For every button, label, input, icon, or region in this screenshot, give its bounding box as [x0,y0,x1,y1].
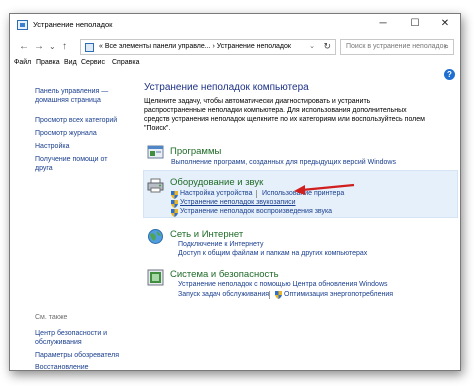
category-network-title[interactable]: Сеть и Интернет [170,229,243,240]
link-windows-update-troubleshooter[interactable]: Устранение неполадок с помощью Центра об… [178,281,388,288]
control-panel-icon [85,43,94,52]
forward-icon[interactable]: → [34,41,44,53]
address-path: « Все элементы панели управле... › Устра… [99,43,291,50]
link-recording-troubleshooter[interactable]: Устранение неполадок звукозаписи [180,199,296,206]
category-hardware-title[interactable]: Оборудование и звук [170,177,263,188]
sidebar-link-home[interactable]: Панель управления — домашняя страница [35,87,127,105]
menu-bar: Файл Правка Вид Сервис Справка [10,58,460,71]
programs-icon [147,145,164,159]
sidebar: Панель управления — домашняя страница Пр… [10,73,130,370]
shield-icon [275,291,282,299]
category-programs-title[interactable]: Программы [170,146,221,157]
printer-icon [147,178,164,193]
address-bar[interactable]: « Все элементы панели управле... › Устра… [80,39,336,55]
close-button[interactable]: ✕ [430,16,460,32]
sidebar-link-all-categories[interactable]: Просмотр всех категорий [35,116,127,125]
link-playback-troubleshooter[interactable]: Устранение неполадок воспроизведения зву… [180,208,332,215]
sidebar-link-security-center[interactable]: Центр безопасности и обслуживания [35,329,127,347]
address-row: ← → ⌄ ↑ « Все элементы панели управле...… [10,39,460,56]
control-panel-icon [17,20,28,30]
control-panel-window: Устранение неполадок ─ ☐ ✕ ← → ⌄ ↑ « Все… [9,13,461,371]
title-bar[interactable]: Устранение неполадок ─ ☐ ✕ [10,14,460,36]
menu-tools[interactable]: Сервис [81,59,105,66]
back-icon[interactable]: ← [19,41,29,53]
maximize-button[interactable]: ☐ [400,16,430,32]
link-run-maintenance[interactable]: Запуск задач обслуживания [178,291,269,298]
see-also-caption: См. также [35,314,68,321]
sidebar-link-settings[interactable]: Настройка [35,142,127,151]
menu-help[interactable]: Справка [112,59,139,66]
refresh-icon[interactable]: ↻ [323,41,331,52]
menu-view[interactable]: Вид [64,59,77,66]
search-input[interactable]: Поиск в устранение неполадок ⌕ [340,39,454,55]
globe-icon [148,229,163,244]
link-separator [256,190,257,198]
page-description: Щелкните задачу, чтобы автоматически диа… [144,98,425,132]
chevron-down-icon[interactable]: ⌄ [309,42,315,50]
link-use-printer[interactable]: Использование принтера [262,190,344,197]
menu-file[interactable]: Файл [14,59,31,66]
system-security-icon [147,269,164,286]
minimize-button[interactable]: ─ [368,16,398,32]
sidebar-link-history[interactable]: Просмотр журнала [35,129,127,138]
link-separator [269,291,270,299]
link-power-optimization[interactable]: Оптимизация энергопотребления [284,291,393,298]
shield-icon [171,209,178,217]
search-icon[interactable]: ⌕ [445,42,449,52]
up-icon[interactable]: ↑ [62,41,67,53]
main-content: Устранение неполадок компьютера Щелкните… [130,73,460,370]
link-program-compatibility[interactable]: Выполнение программ, созданных для преды… [171,159,396,166]
sidebar-link-get-help[interactable]: Получение помощи от друга [35,155,127,173]
window-title: Устранение неполадок [33,20,113,29]
category-system-title[interactable]: Система и безопасность [170,269,279,280]
link-shared-folders[interactable]: Доступ к общим файлам и папкам на других… [178,250,367,257]
sidebar-link-recovery[interactable]: Восстановление [35,363,127,370]
search-placeholder: Поиск в устранение неполадок [346,43,447,50]
menu-edit[interactable]: Правка [36,59,60,66]
link-connect-internet[interactable]: Подключение к Интернету [178,241,263,248]
sidebar-link-browser-options[interactable]: Параметры обозревателя [35,351,127,360]
page-title: Устранение неполадок компьютера [144,82,309,93]
recent-locations-icon[interactable]: ⌄ [49,41,56,53]
link-configure-device[interactable]: Настройка устройства [180,190,252,197]
shield-icon [171,200,178,208]
shield-icon [171,191,178,199]
